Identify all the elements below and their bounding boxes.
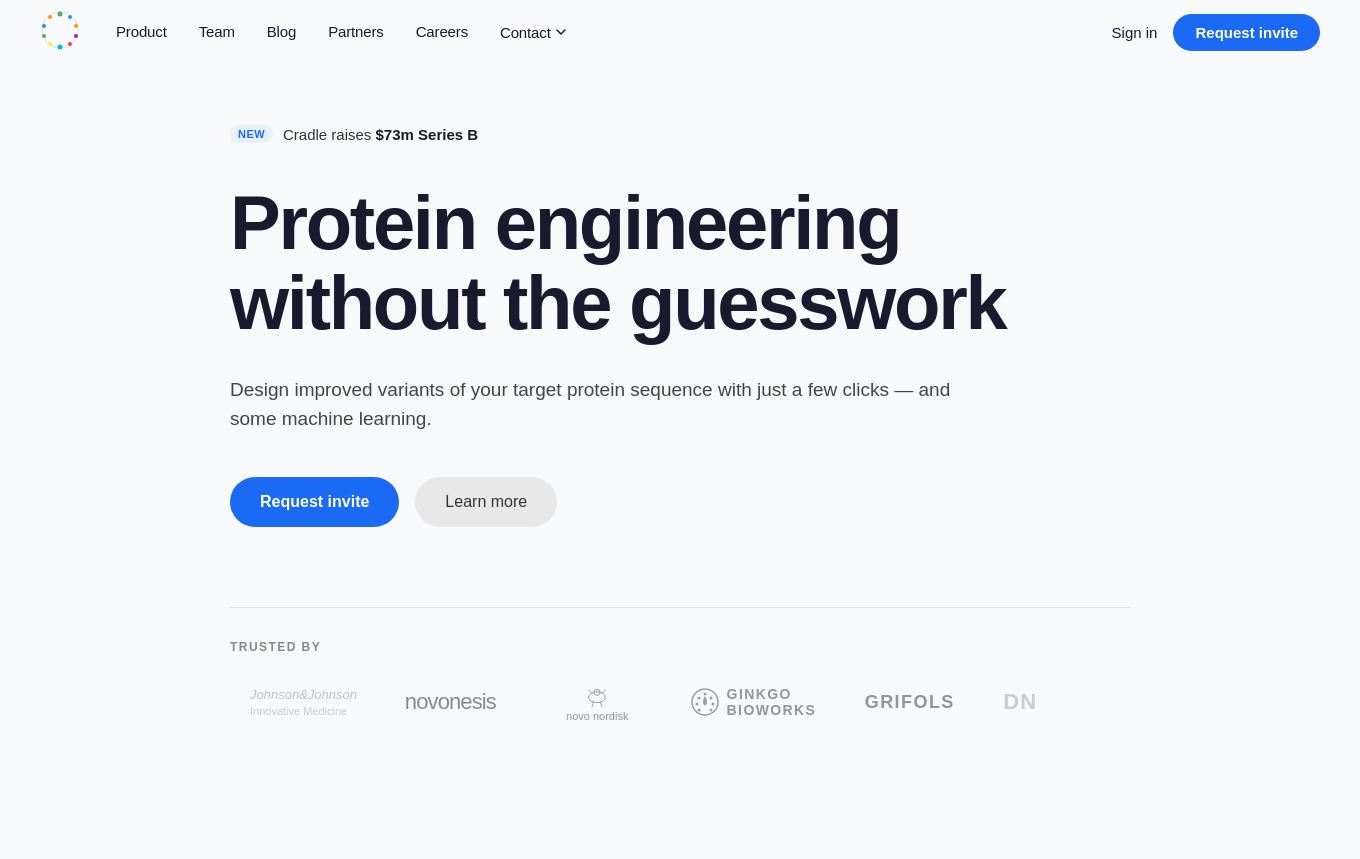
svg-point-23 xyxy=(697,709,700,712)
svg-point-4 xyxy=(74,34,78,38)
nav-links: Product Team Blog Partners Careers Conta… xyxy=(116,23,567,41)
new-badge: NEW xyxy=(230,125,273,143)
nav-link-team[interactable]: Team xyxy=(199,23,235,40)
svg-line-15 xyxy=(592,702,593,707)
svg-point-10 xyxy=(48,15,52,19)
svg-point-11 xyxy=(589,692,606,703)
trusted-label: TRUSTED BY xyxy=(230,640,1130,654)
logo-grifols: GRIFOLS xyxy=(836,692,983,713)
nav-link-careers[interactable]: Careers xyxy=(416,23,468,40)
nav-link-product[interactable]: Product xyxy=(116,23,167,40)
logo-johnson-johnson: Johnson&Johnson Innovative Medicine xyxy=(230,687,377,718)
logo-ginkgo-bioworks: GINKGO BIOWORKS xyxy=(671,686,837,720)
signin-link[interactable]: Sign in xyxy=(1112,24,1158,41)
svg-line-13 xyxy=(589,690,593,694)
svg-point-7 xyxy=(48,42,52,46)
nav-link-partners[interactable]: Partners xyxy=(328,23,384,40)
svg-point-6 xyxy=(58,45,63,50)
nav-request-invite-button[interactable]: Request invite xyxy=(1173,14,1320,51)
nav-item-team[interactable]: Team xyxy=(199,23,235,41)
novo-nordisk-icon xyxy=(579,682,615,710)
announcement-text: Cradle raises $73m Series B xyxy=(283,126,478,143)
svg-point-8 xyxy=(42,34,46,38)
svg-line-16 xyxy=(601,702,602,707)
ginkgo-icon xyxy=(691,688,719,716)
cradle-logo xyxy=(40,10,80,50)
main-content: NEW Cradle raises $73m Series B Protein … xyxy=(190,64,1170,722)
svg-point-0 xyxy=(42,12,78,48)
nav-right: Sign in Request invite xyxy=(1112,14,1320,51)
logo-novonesis: novonesis xyxy=(377,689,524,715)
chevron-down-icon xyxy=(555,26,567,38)
logo-dnv: DN xyxy=(983,689,1130,715)
logo-novo-nordisk: novo nordisk xyxy=(524,682,671,722)
nav-left: Product Team Blog Partners Careers Conta… xyxy=(40,10,567,54)
svg-point-2 xyxy=(68,15,72,19)
navbar: Product Team Blog Partners Careers Conta… xyxy=(0,0,1360,64)
cta-group: Request invite Learn more xyxy=(230,477,1130,527)
logo-link[interactable] xyxy=(40,10,80,54)
svg-point-22 xyxy=(711,703,714,706)
learn-more-button[interactable]: Learn more xyxy=(415,477,557,527)
nav-link-contact[interactable]: Contact xyxy=(500,24,567,41)
nav-item-blog[interactable]: Blog xyxy=(267,23,296,41)
hero-subtitle: Design improved variants of your target … xyxy=(230,375,990,434)
nav-item-contact[interactable]: Contact xyxy=(500,24,567,41)
hero-title: Protein engineering without the guesswor… xyxy=(230,183,1050,343)
announcement-highlight: $73m Series B xyxy=(376,126,479,143)
nav-item-product[interactable]: Product xyxy=(116,23,167,41)
nav-item-careers[interactable]: Careers xyxy=(416,23,468,41)
trusted-section: TRUSTED BY Johnson&Johnson Innovative Me… xyxy=(230,607,1130,722)
svg-point-1 xyxy=(58,12,63,17)
svg-point-5 xyxy=(68,42,72,46)
nav-item-partners[interactable]: Partners xyxy=(328,23,384,41)
svg-point-18 xyxy=(703,693,706,696)
announcement-banner[interactable]: NEW Cradle raises $73m Series B xyxy=(230,125,478,143)
svg-point-3 xyxy=(74,24,78,28)
svg-point-21 xyxy=(695,703,698,706)
svg-line-14 xyxy=(602,690,606,694)
svg-point-24 xyxy=(709,709,712,712)
svg-point-19 xyxy=(697,697,700,700)
svg-point-9 xyxy=(42,24,46,28)
logos-row: Johnson&Johnson Innovative Medicine novo… xyxy=(230,682,1130,722)
request-invite-button[interactable]: Request invite xyxy=(230,477,399,527)
nav-link-blog[interactable]: Blog xyxy=(267,23,296,40)
svg-point-20 xyxy=(709,697,712,700)
